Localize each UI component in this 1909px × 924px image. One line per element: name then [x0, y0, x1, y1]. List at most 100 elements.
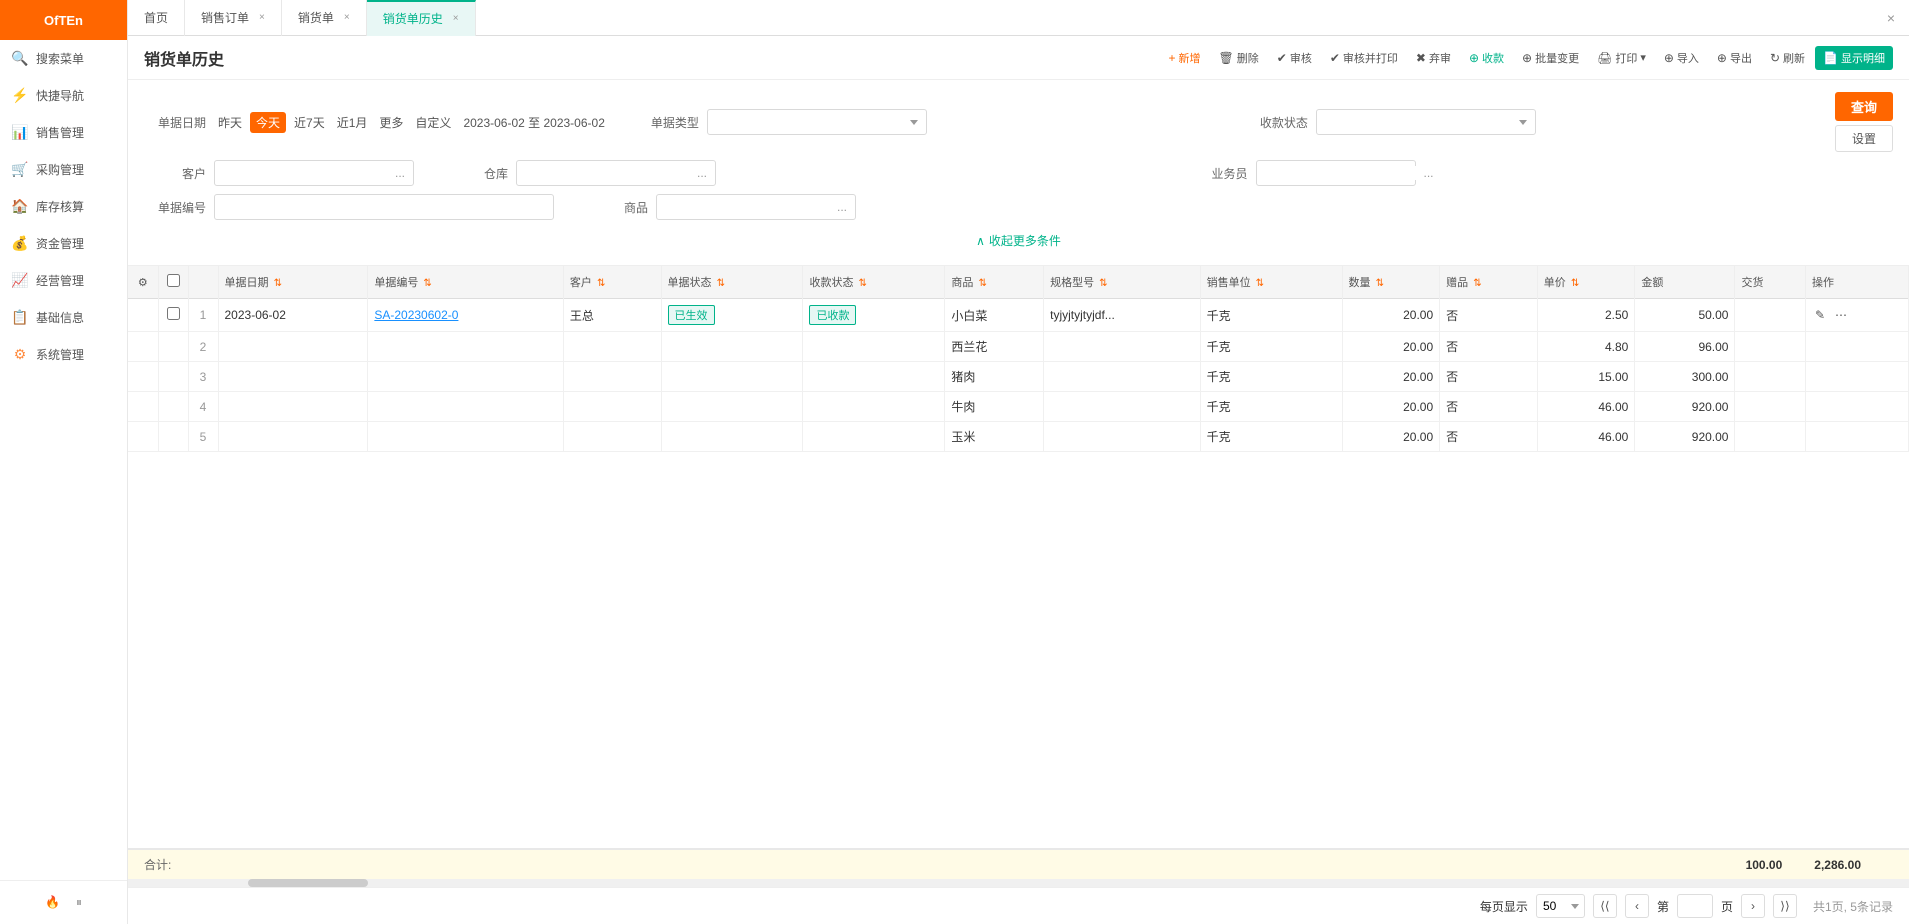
filter-more[interactable]: ∧ 收起更多条件 — [144, 228, 1893, 253]
sidebar-pause-icon[interactable]: ⏸ — [76, 895, 82, 910]
audit-button[interactable]: ✔ 审核 — [1269, 46, 1320, 70]
sidebar-item-label: 系统管理 — [36, 346, 84, 363]
page-number-input[interactable]: 1 — [1677, 894, 1713, 918]
batch-change-button[interactable]: ⊕ 批量变更 — [1514, 46, 1587, 70]
sidebar-item-quick-nav[interactable]: ⚡ 快捷导航 — [0, 77, 127, 114]
customer-input[interactable] — [223, 166, 391, 180]
sidebar-item-finance-mgmt[interactable]: 💰 资金管理 — [0, 225, 127, 262]
more-action-button[interactable]: ⋯ — [1832, 308, 1850, 322]
select-all-checkbox[interactable] — [167, 274, 180, 287]
query-button[interactable]: 查询 — [1835, 92, 1893, 121]
table-container: ⚙ 单据日期 ⇅ 单据编号 ⇅ — [128, 266, 1909, 848]
print-button[interactable]: 🖨 打印 ▾ — [1589, 46, 1654, 70]
tab-sales-history-close[interactable]: × — [453, 13, 459, 24]
delete-button[interactable]: 🗑 删除 — [1211, 46, 1267, 70]
shortcut-today[interactable]: 今天 — [250, 112, 286, 133]
sidebar-item-inventory[interactable]: 🏠 库存核算 — [0, 188, 127, 225]
sidebar-fire-icon[interactable]: 🔥 — [45, 895, 60, 910]
customer-ellipsis[interactable]: ... — [395, 166, 405, 180]
horizontal-scrollbar[interactable] — [128, 879, 1909, 887]
tab-sales-order-close[interactable]: × — [259, 12, 265, 23]
col-spec[interactable]: 规格型号 ⇅ — [1044, 266, 1201, 299]
set-button[interactable]: 设置 — [1835, 125, 1893, 152]
refresh-label: 刷新 — [1783, 50, 1805, 66]
footer-total-amount: 2,286.00 — [1814, 858, 1861, 872]
doc-no-input[interactable] — [214, 194, 554, 220]
col-doc-date[interactable]: 单据日期 ⇅ — [218, 266, 368, 299]
row-doc-status-cell — [661, 422, 803, 452]
per-page-select[interactable]: 50 100 — [1536, 894, 1585, 918]
shortcut-yesterday[interactable]: 昨天 — [214, 112, 246, 133]
sidebar-item-label: 销售管理 — [36, 124, 84, 141]
row-settings-cell — [128, 392, 158, 422]
salesperson-ellipsis[interactable]: ... — [1424, 166, 1434, 180]
col-customer[interactable]: 客户 ⇅ — [563, 266, 661, 299]
row-checkbox-cell[interactable] — [158, 422, 188, 452]
warehouse-ellipsis[interactable]: ... — [697, 166, 707, 180]
shortcut-more[interactable]: 更多 — [375, 112, 407, 133]
sidebar-item-search-menu[interactable]: 🔍 搜索菜单 — [0, 40, 127, 77]
row-checkbox-cell[interactable] — [158, 362, 188, 392]
tab-sales-history[interactable]: 销货单历史 × — [367, 0, 476, 36]
type-select[interactable] — [707, 109, 927, 135]
row-actions-cell — [1805, 392, 1908, 422]
sidebar-item-ops-mgmt[interactable]: 📈 经营管理 — [0, 262, 127, 299]
col-doc-no[interactable]: 单据编号 ⇅ — [368, 266, 564, 299]
new-button[interactable]: + 新增 — [1161, 46, 1209, 70]
sidebar-item-sys-mgmt[interactable]: ⚙ 系统管理 — [0, 336, 127, 373]
col-checkbox[interactable] — [158, 266, 188, 299]
edit-action-button[interactable]: ✎ — [1812, 308, 1828, 322]
row-goods-cell: 牛肉 — [945, 392, 1044, 422]
col-doc-status[interactable]: 单据状态 ⇅ — [661, 266, 803, 299]
next-page-button[interactable]: › — [1741, 894, 1765, 918]
last-page-button[interactable]: ⟩⟩ — [1773, 894, 1797, 918]
row-goods-cell: 玉米 — [945, 422, 1044, 452]
page-title: 销货单历史 — [144, 46, 224, 70]
shortcut-7days[interactable]: 近7天 — [290, 112, 329, 133]
goods-input[interactable] — [665, 200, 833, 214]
shortcut-custom[interactable]: 自定义 — [411, 112, 455, 133]
tab-close-all-icon[interactable]: × — [1881, 10, 1901, 26]
col-unit[interactable]: 销售单位 ⇅ — [1200, 266, 1342, 299]
row-checkbox-cell[interactable] — [158, 332, 188, 362]
tab-sales-order[interactable]: 销售订单 × — [185, 0, 282, 36]
col-settings[interactable]: ⚙ — [128, 266, 158, 299]
col-qty[interactable]: 数量 ⇅ — [1342, 266, 1440, 299]
col-gift[interactable]: 赠品 ⇅ — [1440, 266, 1538, 299]
salesperson-input[interactable] — [1265, 166, 1420, 180]
first-page-button[interactable]: ⟨⟨ — [1593, 894, 1617, 918]
refresh-button[interactable]: ↻ 刷新 — [1762, 46, 1813, 70]
row-checkbox-cell[interactable] — [158, 392, 188, 422]
shortcut-1month[interactable]: 近1月 — [333, 112, 372, 133]
row-num-cell: 4 — [188, 392, 218, 422]
show-detail-button[interactable]: 📄 显示明细 — [1815, 46, 1893, 70]
warehouse-input[interactable] — [525, 166, 693, 180]
row-pay-status-cell: 已收款 — [803, 299, 945, 332]
import-button[interactable]: ⊕ 导入 — [1656, 46, 1707, 70]
doc-no-link[interactable]: SA-20230602-0 — [374, 308, 458, 322]
sidebar-item-purchase-mgmt[interactable]: 🛒 采购管理 — [0, 151, 127, 188]
row-unit-price-cell: 4.80 — [1537, 332, 1635, 362]
row-checkbox-cell[interactable] — [158, 299, 188, 332]
pay-status-select[interactable] — [1316, 109, 1536, 135]
col-unit-price[interactable]: 单价 ⇅ — [1537, 266, 1635, 299]
col-qty-label: 数量 — [1349, 277, 1371, 289]
row-gift-cell: 否 — [1440, 332, 1538, 362]
salesperson-label: 业务员 — [1186, 165, 1256, 182]
tab-home[interactable]: 首页 — [128, 0, 185, 36]
col-goods[interactable]: 商品 ⇅ — [945, 266, 1044, 299]
prev-page-button[interactable]: ‹ — [1625, 894, 1649, 918]
col-pay-status[interactable]: 收款状态 ⇅ — [803, 266, 945, 299]
tab-sales-delivery[interactable]: 销货单 × — [282, 0, 367, 36]
audit-print-button[interactable]: ✔ 审核并打印 — [1322, 46, 1406, 70]
discard-button[interactable]: ✖ 弃审 — [1408, 46, 1459, 70]
scrollbar-thumb[interactable] — [248, 879, 368, 887]
goods-ellipsis[interactable]: ... — [837, 200, 847, 214]
sidebar-item-sales-mgmt[interactable]: 📊 销售管理 — [0, 114, 127, 151]
collect-button[interactable]: ⊕ 收款 — [1461, 46, 1512, 70]
row-checkbox[interactable] — [167, 307, 180, 320]
export-button[interactable]: ⊕ 导出 — [1709, 46, 1760, 70]
tab-sales-delivery-close[interactable]: × — [344, 12, 350, 23]
settings-icon[interactable]: ⚙ — [138, 277, 148, 289]
sidebar-item-base-info[interactable]: 📋 基础信息 — [0, 299, 127, 336]
